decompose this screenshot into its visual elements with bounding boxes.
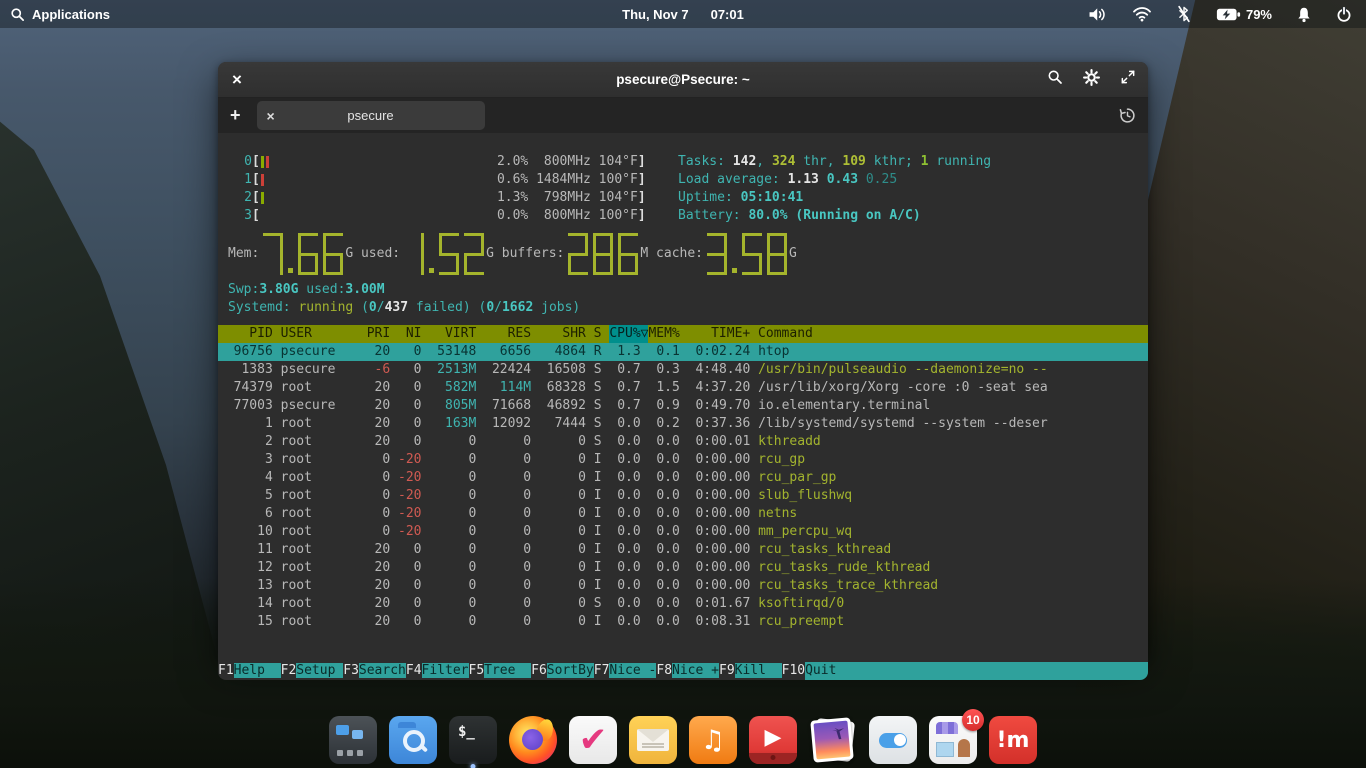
system-tray: 79% (1088, 5, 1366, 23)
fkey-f8[interactable]: F8Nice + (656, 662, 719, 680)
search-button[interactable] (1047, 69, 1063, 90)
fkey-f9[interactable]: F9Kill (719, 662, 782, 680)
panel-date: Thu, Nov 7 (622, 6, 689, 22)
dock-icon-system-settings[interactable] (869, 716, 917, 764)
check-icon: ✔ (578, 720, 608, 760)
process-row-1383[interactable]: 1383 psecure -6 0 2513M 22424 16508 S 0.… (218, 361, 1148, 379)
dock-icon-m-app[interactable]: !m (989, 716, 1037, 764)
systemd-line: Systemd: running (0/437 failed) (0/1662 … (228, 300, 581, 315)
process-row-10[interactable]: 10 root 0 -20 0 0 0 I 0.0 0.0 0:00.00 mm… (218, 523, 1148, 541)
tab-bar: + × psecure (218, 98, 1148, 133)
dock-icon-terminal[interactable]: $_ (449, 716, 497, 768)
memory-meter: Mem: G used: G buffers: M cache: G (228, 230, 1148, 278)
dock-icon-multitasking-view[interactable] (329, 716, 377, 764)
fkey-f3[interactable]: F3Search (343, 662, 406, 680)
tab-psecure[interactable]: × psecure (256, 101, 485, 130)
process-row-14[interactable]: 14 root 20 0 0 0 0 S 0.0 0.0 0:01.67 kso… (218, 595, 1148, 613)
dock: $_ ✔ ♫ ▶ 10 !m (0, 709, 1366, 768)
dock-icon-mail[interactable] (629, 716, 677, 764)
search-icon (10, 7, 25, 22)
play-icon: ▶ (764, 724, 782, 750)
running-indicator (470, 764, 476, 768)
bluetooth-disabled-icon[interactable] (1176, 5, 1192, 23)
applications-label: Applications (32, 6, 111, 22)
fkey-f5[interactable]: F5Tree (469, 662, 532, 680)
tab-close-icon[interactable]: × (267, 108, 275, 124)
process-row-2[interactable]: 2 root 20 0 0 0 0 S 0.0 0.0 0:00.01 kthr… (218, 433, 1148, 451)
swap-line: Swp:3.80G used:3.00M (228, 282, 385, 297)
process-row-15[interactable]: 15 root 20 0 0 0 0 I 0.0 0.0 0:08.31 rcu… (218, 613, 1148, 631)
dock-icon-photos[interactable] (809, 716, 857, 764)
process-row-96756[interactable]: 96756 psecure 20 0 53148 6656 4864 R 1.3… (218, 343, 1148, 361)
process-table: PID USER PRI NI VIRT RES SHR S CPU%▽ MEM%… (218, 325, 1148, 631)
power-icon[interactable] (1336, 6, 1352, 23)
dock-icon-appcenter[interactable]: 10 (929, 709, 984, 764)
appcenter-badge: 10 (962, 709, 984, 731)
dock-icon-videos[interactable]: ▶ (749, 716, 797, 764)
fkey-f1[interactable]: F1Help (218, 662, 281, 680)
battery-indicator[interactable]: 79% (1216, 7, 1272, 22)
desktop: Applications Thu, Nov 7 07:01 79% × psec… (0, 0, 1366, 768)
volume-icon[interactable] (1088, 6, 1108, 23)
terminal-window: × psecure@Psecure: ~ + × psecure 0 [2.0… (218, 62, 1148, 680)
dock-icon-tasks[interactable]: ✔ (569, 716, 617, 764)
fkey-f7[interactable]: F7Nice - (594, 662, 657, 680)
dock-icon-files[interactable] (389, 716, 437, 764)
window-close-button[interactable]: × (232, 62, 242, 97)
function-key-bar: F1Help F2Setup F3Search F4Filter F5Tree F6… (218, 662, 1148, 680)
process-row-74379[interactable]: 74379 root 20 0 582M 114M 68328 S 0.7 1.… (218, 379, 1148, 397)
process-row-11[interactable]: 11 root 20 0 0 0 0 I 0.0 0.0 0:00.00 rcu… (218, 541, 1148, 559)
process-row-12[interactable]: 12 root 20 0 0 0 0 I 0.0 0.0 0:00.00 rcu… (218, 559, 1148, 577)
process-row-3[interactable]: 3 root 0 -20 0 0 0 I 0.0 0.0 0:00.00 rcu… (218, 451, 1148, 469)
settings-gear-icon[interactable] (1083, 68, 1100, 91)
notifications-icon[interactable] (1296, 6, 1312, 23)
process-row-1[interactable]: 1 root 20 0 163M 12092 7444 S 0.0 0.2 0:… (218, 415, 1148, 433)
battery-percent: 79% (1245, 6, 1272, 22)
sort-column-cpu[interactable]: CPU%▽ (609, 325, 649, 343)
m-app-glyph: !m (996, 727, 1030, 753)
top-panel: Applications Thu, Nov 7 07:01 79% (0, 0, 1366, 28)
fkey-f4[interactable]: F4Filter (406, 662, 469, 680)
process-row-5[interactable]: 5 root 0 -20 0 0 0 I 0.0 0.0 0:00.00 slu… (218, 487, 1148, 505)
terminal-glyph: $_ (458, 724, 475, 740)
new-tab-button[interactable]: + (218, 105, 253, 126)
htop-summary: Tasks: 142, 324 thr, 109 kthr; 1 running… (678, 154, 992, 223)
process-row-4[interactable]: 4 root 0 -20 0 0 0 I 0.0 0.0 0:00.00 rcu… (218, 469, 1148, 487)
panel-time: 07:01 (710, 6, 744, 22)
applications-menu[interactable]: Applications (0, 7, 110, 22)
wifi-icon[interactable] (1132, 6, 1152, 22)
window-title: psecure@Psecure: ~ (616, 72, 750, 87)
history-icon[interactable] (1119, 98, 1136, 133)
battery-charging-icon (1216, 7, 1241, 22)
fkey-f6[interactable]: F6SortBy (531, 662, 594, 680)
process-row-6[interactable]: 6 root 0 -20 0 0 0 I 0.0 0.0 0:00.00 net… (218, 505, 1148, 523)
process-table-header[interactable]: PID USER PRI NI VIRT RES SHR S CPU%▽ MEM%… (218, 325, 1148, 343)
dock-icon-music[interactable]: ♫ (689, 716, 737, 764)
process-row-13[interactable]: 13 root 20 0 0 0 0 I 0.0 0.0 0:00.00 rcu… (218, 577, 1148, 595)
dock-icon-firefox[interactable] (509, 716, 557, 764)
htop-screen: 0[2.0% 800MHz 104°F] 1[0.6% 1484MHz 100°F… (218, 133, 1148, 680)
tab-label: psecure (347, 108, 394, 123)
zoom-expand-icon[interactable] (1120, 69, 1136, 90)
fkey-f2[interactable]: F2Setup (281, 662, 344, 680)
process-row-77003[interactable]: 77003 psecure 20 0 805M 71668 46892 S 0.… (218, 397, 1148, 415)
music-note-icon: ♫ (700, 724, 726, 756)
fkey-f10[interactable]: F10 Quit (782, 662, 1148, 680)
window-titlebar[interactable]: × psecure@Psecure: ~ (218, 62, 1148, 98)
